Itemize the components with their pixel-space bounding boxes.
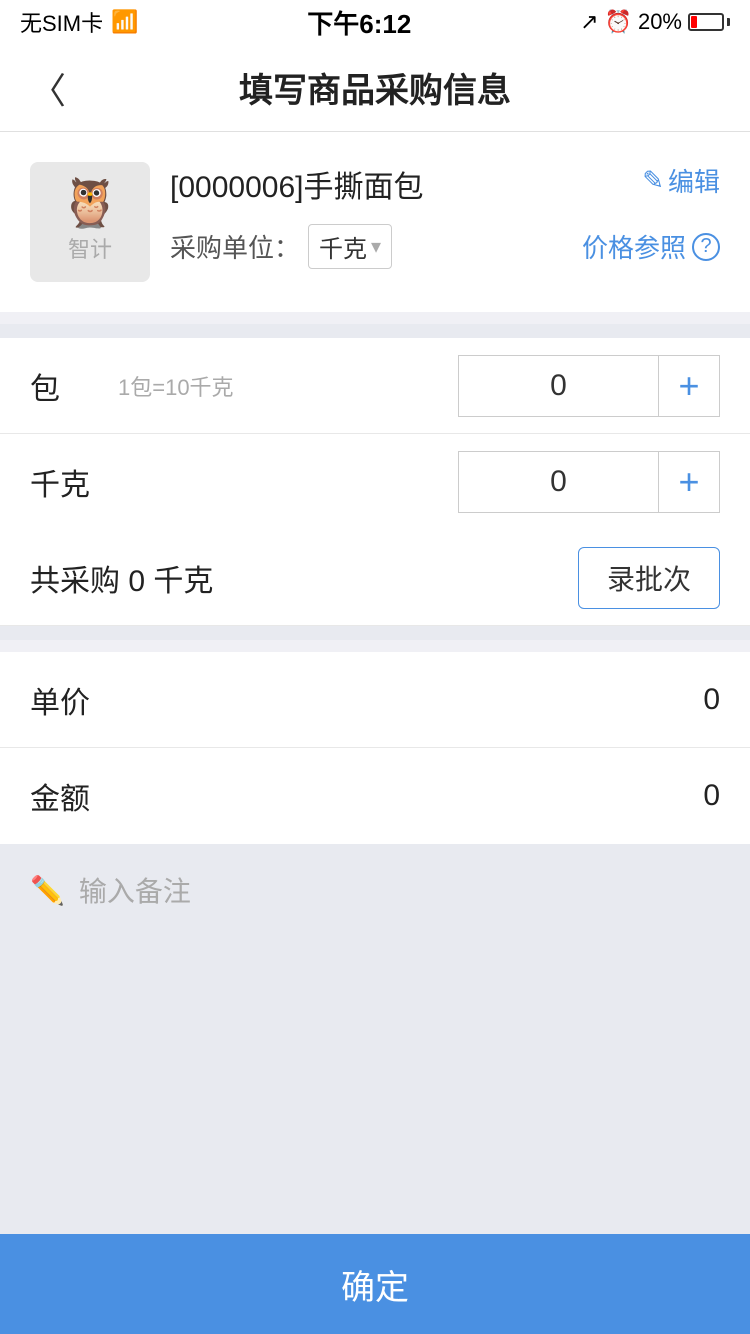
- amount-value: 0: [703, 779, 720, 813]
- status-bar: 无SIM卡 📶 下午6:12 ↗ ⏰ 20%: [0, 0, 750, 44]
- product-card: 🦉 智计 [0000006]手撕面包 ✎ 编辑 采购单位： 千克 ▾: [0, 132, 750, 312]
- unit-label: 采购单位：: [170, 228, 300, 265]
- status-time: 下午6:12: [307, 4, 411, 41]
- price-ref-link[interactable]: 价格参照 ?: [582, 228, 720, 265]
- summary-label: 共采购: [30, 565, 120, 598]
- product-unit-row: 采购单位： 千克 ▾ 价格参照 ?: [170, 224, 720, 269]
- summary-text: 共采购 0 千克: [30, 556, 213, 600]
- kg-input-wrap: +: [458, 451, 720, 513]
- bag-plus-button[interactable]: +: [658, 355, 720, 417]
- product-name-row: [0000006]手撕面包 ✎ 编辑: [170, 162, 720, 206]
- unit-value: 千克: [319, 229, 367, 264]
- bag-input-wrap: +: [458, 355, 720, 417]
- kg-qty-input[interactable]: [458, 451, 658, 513]
- kg-row: 千克 +: [0, 434, 750, 530]
- alarm-icon: ⏰: [605, 9, 632, 35]
- product-logo-owl: 🦉: [60, 180, 120, 228]
- price-section: 单价 0 金额 0: [0, 652, 750, 844]
- product-info: [0000006]手撕面包 ✎ 编辑 采购单位： 千克 ▾ 价格参照 ?: [170, 162, 720, 269]
- form-section: 包 1包=10千克 + 千克 +: [0, 338, 750, 530]
- pencil-icon: ✏️: [30, 874, 65, 907]
- confirm-button-label: 确定: [341, 1260, 409, 1309]
- bag-qty-input[interactable]: [458, 355, 658, 417]
- separator-band-1: [0, 324, 750, 338]
- edit-label: 编辑: [668, 162, 720, 199]
- status-left: 无SIM卡 📶: [20, 6, 139, 38]
- summary-unit: 千克: [153, 565, 213, 598]
- battery-icon: [688, 13, 730, 31]
- kg-plus-button[interactable]: +: [658, 451, 720, 513]
- unit-price-label: 单价: [30, 678, 90, 722]
- bag-sublabel: 1包=10千克: [118, 370, 458, 402]
- location-icon: ↗: [580, 9, 598, 35]
- unit-price-row: 单价 0: [0, 652, 750, 748]
- unit-select[interactable]: 千克 ▾: [308, 224, 392, 269]
- back-button[interactable]: 〈: [30, 62, 66, 114]
- edit-icon: ✎: [642, 165, 664, 196]
- carrier-text: 无SIM卡: [20, 6, 103, 38]
- amount-row: 金额 0: [0, 748, 750, 844]
- wifi-icon: 📶: [111, 9, 138, 35]
- notes-section[interactable]: ✏️ 输入备注: [0, 844, 750, 936]
- unit-price-value: 0: [703, 683, 720, 717]
- edit-link[interactable]: ✎ 编辑: [642, 162, 720, 199]
- batch-button[interactable]: 录批次: [578, 547, 720, 609]
- summary-amount: 0: [128, 565, 145, 598]
- price-ref-label: 价格参照: [582, 228, 686, 265]
- summary-row: 共采购 0 千克 录批次: [0, 530, 750, 626]
- bag-plus-icon: +: [678, 365, 699, 407]
- price-ref-help-icon: ?: [692, 233, 720, 261]
- product-image: 🦉 智计: [30, 162, 150, 282]
- unit-chevron-icon: ▾: [371, 234, 381, 259]
- product-logo-text: 智计: [68, 232, 112, 264]
- product-name: [0000006]手撕面包: [170, 162, 642, 206]
- confirm-button[interactable]: 确定: [0, 1234, 750, 1334]
- nav-bar: 〈 填写商品采购信息: [0, 44, 750, 132]
- page-title: 填写商品采购信息: [239, 63, 511, 112]
- notes-placeholder: 输入备注: [79, 870, 191, 910]
- kg-plus-icon: +: [678, 461, 699, 503]
- battery-percent: 20%: [638, 9, 682, 35]
- status-right: ↗ ⏰ 20%: [580, 9, 730, 35]
- kg-label: 千克: [30, 460, 110, 504]
- bag-row: 包 1包=10千克 +: [0, 338, 750, 434]
- separator-band-2: [0, 626, 750, 640]
- bag-label: 包: [30, 364, 110, 408]
- amount-label: 金额: [30, 774, 90, 818]
